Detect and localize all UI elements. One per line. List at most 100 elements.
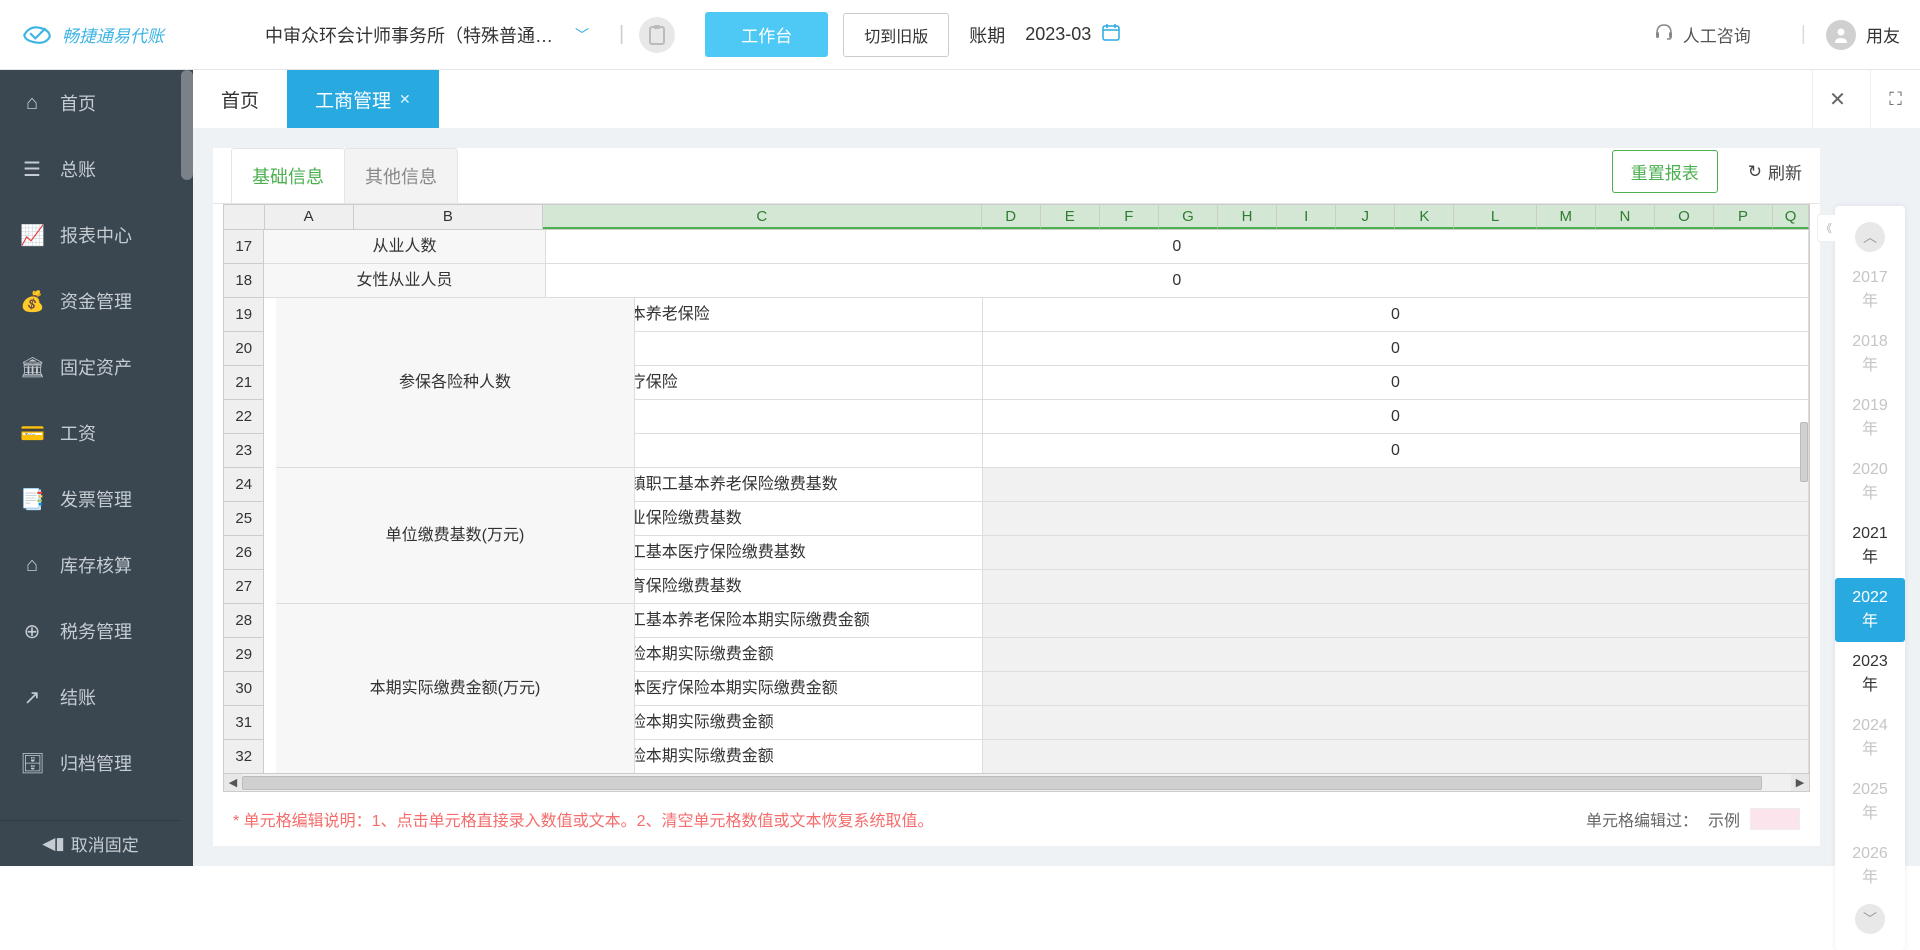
cell-value[interactable]: 0	[983, 366, 1809, 400]
vertical-scrollbar-thumb[interactable]	[1800, 422, 1808, 482]
col-header-F[interactable]: F	[1100, 205, 1159, 229]
cell-value[interactable]	[983, 604, 1809, 638]
year-2025年[interactable]: 2025年	[1835, 770, 1905, 834]
horizontal-scrollbar[interactable]: ◀ ▶	[224, 773, 1809, 791]
workspace-button[interactable]: 工作台	[705, 12, 828, 57]
row-header[interactable]: 21	[224, 366, 264, 400]
cell-value[interactable]	[983, 740, 1809, 773]
year-2024年[interactable]: 2024年	[1835, 706, 1905, 770]
row-header[interactable]: 22	[224, 400, 264, 434]
row-value[interactable]: 0	[546, 264, 1809, 298]
col-header-G[interactable]: G	[1159, 205, 1218, 229]
horizontal-scrollbar-thumb[interactable]	[242, 776, 1762, 790]
col-header-O[interactable]: O	[1655, 205, 1714, 229]
row-header[interactable]: 32	[224, 740, 264, 773]
col-header-J[interactable]: J	[1336, 205, 1395, 229]
year-2022年[interactable]: 2022年	[1835, 578, 1905, 642]
sidebar-item-5[interactable]: 💳工资	[0, 400, 190, 466]
col-header-H[interactable]: H	[1218, 205, 1277, 229]
row-label[interactable]: 女性从业人员	[264, 264, 545, 298]
cell-value[interactable]	[983, 638, 1809, 672]
row-header[interactable]: 27	[224, 570, 264, 604]
group-label[interactable]: 本期实际缴费金额(万元)	[276, 604, 635, 773]
row-value[interactable]: 0	[546, 230, 1809, 264]
col-header-D[interactable]: D	[982, 205, 1041, 229]
row-header[interactable]: 26	[224, 536, 264, 570]
sidebar-item-7[interactable]: ⌂库存核算	[0, 532, 190, 598]
year-scroll-down[interactable]: ﹀	[1855, 904, 1885, 934]
year-2017年[interactable]: 2017年	[1835, 258, 1905, 322]
year-2018年[interactable]: 2018年	[1835, 322, 1905, 386]
spreadsheet[interactable]: ABCDEFGHIJKLMNOPQ 17从业人数018女性从业人员019参保各险…	[223, 204, 1810, 792]
cell-value[interactable]	[983, 468, 1809, 502]
subtab-0[interactable]: 基础信息	[231, 148, 345, 203]
row-header[interactable]: 17	[224, 230, 264, 264]
sidebar-item-4[interactable]: 🏛固定资产	[0, 334, 190, 400]
row-header[interactable]: 19	[224, 298, 264, 332]
cell-value[interactable]: 0	[983, 298, 1809, 332]
sidebar-item-2[interactable]: 📈报表中心	[0, 202, 190, 268]
year-2020年[interactable]: 2020年	[1835, 450, 1905, 514]
row-label[interactable]: 从业人数	[264, 230, 545, 264]
refresh-button[interactable]: ↻ 刷新	[1748, 159, 1802, 184]
fullscreen-icon[interactable]: ⛶	[1870, 70, 1920, 128]
tab-close-icon[interactable]: ✕	[399, 91, 411, 108]
select-all-cell[interactable]	[224, 205, 265, 229]
col-header-E[interactable]: E	[1041, 205, 1100, 229]
reset-report-button[interactable]: 重置报表	[1612, 150, 1718, 193]
cell-value[interactable]	[983, 706, 1809, 740]
row-header[interactable]: 29	[224, 638, 264, 672]
sidebar-item-9[interactable]: ↗结账	[0, 664, 190, 730]
sidebar-scrollbar[interactable]	[181, 70, 193, 180]
row-header[interactable]: 18	[224, 264, 264, 298]
user-menu[interactable]: 用友	[1826, 20, 1900, 50]
col-header-Q[interactable]: Q	[1773, 205, 1809, 229]
col-header-B[interactable]: B	[354, 205, 543, 229]
cell-value[interactable]: 0	[983, 434, 1809, 468]
period-value[interactable]: 2023-03	[1025, 24, 1091, 45]
year-collapse-icon[interactable]: 《	[1817, 214, 1835, 242]
cell-value[interactable]	[983, 536, 1809, 570]
year-2019年[interactable]: 2019年	[1835, 386, 1905, 450]
row-header[interactable]: 23	[224, 434, 264, 468]
sidebar-item-6[interactable]: 📑发票管理	[0, 466, 190, 532]
col-header-I[interactable]: I	[1277, 205, 1336, 229]
row-header[interactable]: 25	[224, 502, 264, 536]
tab-1[interactable]: 工商管理✕	[287, 70, 439, 128]
row-header[interactable]: 20	[224, 332, 264, 366]
col-header-N[interactable]: N	[1596, 205, 1655, 229]
sidebar-item-0[interactable]: ⌂首页	[0, 70, 190, 136]
cell-value[interactable]: 0	[983, 400, 1809, 434]
row-header[interactable]: 30	[224, 672, 264, 706]
col-header-C[interactable]: C	[543, 205, 982, 229]
col-header-P[interactable]: P	[1714, 205, 1773, 229]
sidebar-item-3[interactable]: 💰资金管理	[0, 268, 190, 334]
col-header-L[interactable]: L	[1454, 205, 1536, 229]
old-version-button[interactable]: 切到旧版	[843, 13, 949, 57]
col-header-M[interactable]: M	[1537, 205, 1596, 229]
calendar-icon[interactable]	[1101, 22, 1121, 47]
sidebar-item-10[interactable]: 🗄归档管理	[0, 730, 190, 796]
year-2023年[interactable]: 2023年	[1835, 642, 1905, 706]
cell-value[interactable]	[983, 502, 1809, 536]
scroll-right-arrow[interactable]: ▶	[1791, 774, 1809, 792]
close-tab-icon[interactable]: ✕	[1812, 70, 1862, 128]
year-2026年[interactable]: 2026年	[1835, 834, 1905, 898]
year-scroll-up[interactable]: ︿	[1855, 222, 1885, 252]
group-label[interactable]: 单位缴费基数(万元)	[276, 468, 635, 604]
subtab-1[interactable]: 其他信息	[344, 148, 458, 203]
row-header[interactable]: 28	[224, 604, 264, 638]
sidebar-item-1[interactable]: ☰总账	[0, 136, 190, 202]
cancel-fixed-button[interactable]: ◀▮ 取消固定	[0, 820, 181, 866]
cell-value[interactable]	[983, 570, 1809, 604]
year-2021年[interactable]: 2021年	[1835, 514, 1905, 578]
col-header-A[interactable]: A	[265, 205, 354, 229]
row-header[interactable]: 24	[224, 468, 264, 502]
sidebar-item-8[interactable]: ⊕税务管理	[0, 598, 190, 664]
col-header-K[interactable]: K	[1395, 205, 1454, 229]
company-selector[interactable]: 中审众环会计师事务所（特殊普通合伙... ﹀	[265, 22, 589, 48]
clipboard-icon[interactable]	[639, 17, 675, 53]
scroll-left-arrow[interactable]: ◀	[224, 774, 242, 792]
cell-value[interactable]	[983, 672, 1809, 706]
tab-0[interactable]: 首页	[193, 70, 287, 128]
